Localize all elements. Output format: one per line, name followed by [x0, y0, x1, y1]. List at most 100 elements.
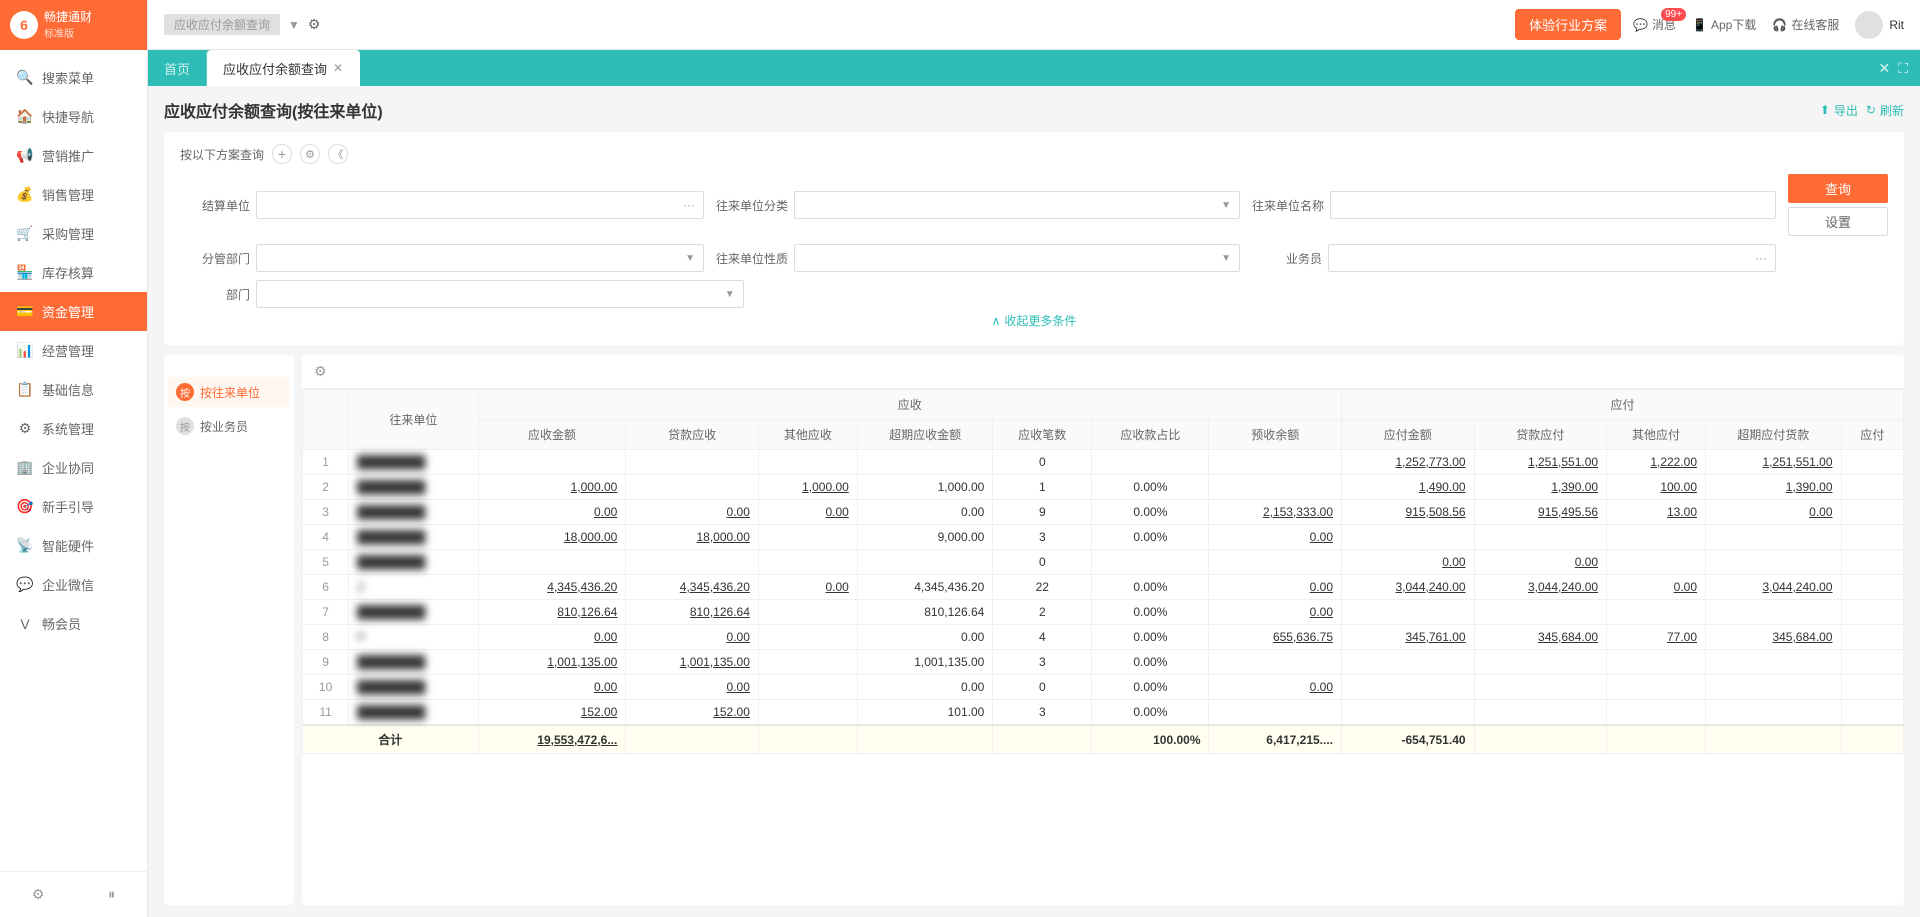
cell-pay-other: 100.00 — [1607, 475, 1706, 500]
cell-pay-loan — [1474, 675, 1607, 700]
collapse-footer-icon[interactable]: ⏸ — [100, 882, 123, 907]
col-pay-other: 其他应付 — [1607, 420, 1706, 450]
sidebar-item-marketing[interactable]: 📢营销推广 — [0, 136, 147, 175]
query-button-group: 查询 设置 — [1788, 174, 1888, 236]
subdept-input[interactable]: ▼ — [256, 280, 744, 308]
tab-close-window-icon[interactable]: ✕ — [1878, 60, 1890, 77]
cell-recv-loan: 810,126.64 — [626, 600, 759, 625]
dept-input[interactable]: ▼ — [256, 244, 704, 272]
sidebar-item-management[interactable]: 📊经营管理 — [0, 331, 147, 370]
sidebar-item-quick-nav[interactable]: 🏠 快捷导航 — [0, 97, 147, 136]
cell-pay-loan: 1,390.00 — [1474, 475, 1607, 500]
sidebar-item-inventory[interactable]: 🏪库存核算 — [0, 253, 147, 292]
sidebar-item-purchase[interactable]: 🛒采购管理 — [0, 214, 147, 253]
tab-expand-icon[interactable]: ⛶ — [1898, 60, 1908, 77]
page-actions: ⬆ 导出 ↻ 刷新 — [1820, 102, 1904, 119]
cell-pay-loan — [1474, 525, 1607, 550]
sidebar-item-system[interactable]: ⚙系统管理 — [0, 409, 147, 448]
export-button[interactable]: ⬆ 导出 — [1820, 102, 1858, 119]
cell-pay-amount: 1,490.00 — [1342, 475, 1475, 500]
partner-name-input[interactable] — [1330, 191, 1776, 219]
cell-pay-amount: 0.00 — [1342, 550, 1475, 575]
cell-partner: P — [349, 625, 478, 650]
table-gear-icon[interactable]: ⚙ — [314, 363, 327, 380]
sidebar-item-member[interactable]: V畅会员 — [0, 604, 147, 643]
cell-partner: ████████ — [349, 650, 478, 675]
cell-pay-etc — [1841, 550, 1903, 575]
query-button[interactable]: 查询 — [1788, 174, 1888, 203]
cell-pay-etc — [1841, 700, 1903, 726]
user-avatar-area[interactable]: Rit — [1855, 11, 1904, 39]
cell-num: 7 — [303, 600, 349, 625]
cell-recv-overdue: 9,000.00 — [857, 525, 992, 550]
cell-recv-prepay — [1209, 650, 1342, 675]
cell-recv-ratio: 0.00% — [1092, 500, 1209, 525]
cell-pay-loan: 915,495.56 — [1474, 500, 1607, 525]
tab-home[interactable]: 首页 — [148, 50, 207, 86]
filter-group-dept: 分管部门 ▼ — [180, 244, 704, 272]
tab-close-icon[interactable]: ✕ — [333, 61, 343, 75]
filter-settings-button[interactable]: ⚙ — [300, 144, 320, 164]
header-breadcrumb-text: 应收应付余额查询 — [164, 14, 280, 35]
cell-recv-prepay: 2,153,333.00 — [1209, 500, 1342, 525]
category-input[interactable]: ▼ — [794, 191, 1240, 219]
sidebar-item-hardware[interactable]: 📡智能硬件 — [0, 526, 147, 565]
cell-recv-loan: 0.00 — [626, 625, 759, 650]
quick-nav-icon: 🏠 — [16, 108, 34, 125]
nature-input[interactable]: ▼ — [794, 244, 1240, 272]
promo-button[interactable]: 体验行业方案 — [1515, 9, 1621, 40]
cell-num: 4 — [303, 525, 349, 550]
enterprise-label: 企业协同 — [42, 458, 94, 477]
app-action[interactable]: 📱 App下载 — [1692, 16, 1756, 33]
table-row: 6 Z 4,345,436.20 4,345,436.20 0.00 4,345… — [303, 575, 1904, 600]
sidebar-item-basic-info[interactable]: 📋基础信息 — [0, 370, 147, 409]
header-gear-icon[interactable]: ⚙ — [308, 16, 321, 33]
refresh-button[interactable]: ↻ 刷新 — [1866, 102, 1904, 119]
cell-recv-count: 0 — [993, 450, 1092, 475]
settlement-input[interactable]: ··· — [256, 191, 704, 219]
query-type-partner[interactable]: 按 按往来单位 — [168, 377, 290, 407]
table-toolbar: ⚙ — [302, 355, 1904, 389]
sidebar-item-guide[interactable]: 🎯新手引导 — [0, 487, 147, 526]
settings-button[interactable]: 设置 — [1788, 207, 1888, 236]
query-type-salesperson[interactable]: 按 按业务员 — [168, 411, 290, 441]
cell-recv-ratio: 0.00% — [1092, 625, 1209, 650]
cell-recv-loan — [626, 550, 759, 575]
data-table: 往来单位 应收 应付 应收金额 贷款应收 其他应收 超期应收金额 应收笔数 — [302, 389, 1904, 754]
filter-collapse-left-button[interactable]: 《 — [328, 144, 348, 164]
table-scroll-wrap[interactable]: 往来单位 应收 应付 应收金额 贷款应收 其他应收 超期应收金额 应收笔数 — [302, 389, 1904, 905]
filter-collapse-button[interactable]: ∧ 收起更多条件 — [180, 308, 1888, 333]
cell-partner: ████████ — [349, 675, 478, 700]
footer-pay-etc-total — [1841, 725, 1903, 754]
quick-nav-label: 快捷导航 — [42, 107, 94, 126]
sidebar-item-sales[interactable]: 💰销售管理 — [0, 175, 147, 214]
salesperson-input[interactable]: ··· — [1328, 244, 1776, 272]
cell-recv-overdue — [857, 550, 992, 575]
cell-recv-other: 0.00 — [758, 575, 857, 600]
cell-partner: ████████ — [349, 525, 478, 550]
app-icon: 📱 — [1692, 18, 1707, 32]
tab-home-label: 首页 — [164, 59, 190, 78]
sidebar-item-weixin[interactable]: 💬企业微信 — [0, 565, 147, 604]
filter-add-button[interactable]: + — [272, 144, 292, 164]
basic-info-icon: 📋 — [16, 381, 34, 398]
sidebar-item-finance[interactable]: 💳资金管理 — [0, 292, 147, 331]
filter-group-nature: 往来单位性质 ▼ — [716, 244, 1240, 272]
sidebar-item-search-menu[interactable]: 🔍搜索菜单 — [0, 58, 147, 97]
cell-pay-amount — [1342, 700, 1475, 726]
header: 应收应付余额查询 ▼ ⚙ 体验行业方案 💬 消息 99+ 📱 App下载 🎧 在… — [148, 0, 1920, 50]
cell-pay-overdue: 3,044,240.00 — [1706, 575, 1841, 600]
tab-query[interactable]: 应收应付余额查询 ✕ — [207, 50, 360, 86]
cell-pay-other: 1,222.00 — [1607, 450, 1706, 475]
partner-name-label: 往来单位名称 — [1252, 197, 1324, 214]
cell-recv-other: 0.00 — [758, 500, 857, 525]
settings-footer-icon[interactable]: ⚙ — [24, 882, 53, 907]
col-recv-other: 其他应收 — [758, 420, 857, 450]
service-action[interactable]: 🎧 在线客服 — [1772, 16, 1839, 33]
footer-pay-total: -654,751.40 — [1342, 725, 1475, 754]
message-action[interactable]: 💬 消息 99+ — [1633, 16, 1676, 33]
col-recv-loan: 贷款应收 — [626, 420, 759, 450]
footer-recv-prepay-total: 6,417,215.... — [1209, 725, 1342, 754]
cell-pay-overdue — [1706, 675, 1841, 700]
sidebar-item-enterprise[interactable]: 🏢企业协同 — [0, 448, 147, 487]
